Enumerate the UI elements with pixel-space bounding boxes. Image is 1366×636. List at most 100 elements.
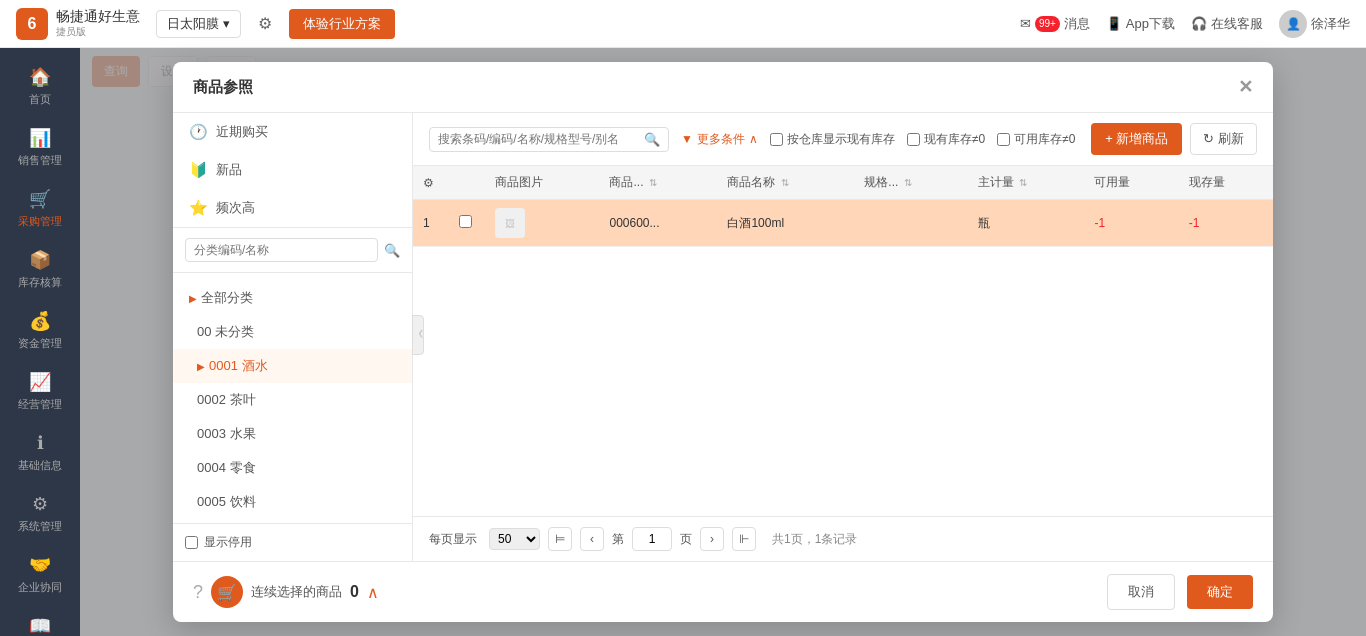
row-no: 1 [413, 200, 449, 247]
row-stock: -1 [1179, 200, 1273, 247]
next-page-btn[interactable]: › [700, 527, 724, 551]
product-search-icon[interactable]: 🔍 [644, 132, 660, 147]
modal-body: 🕐 近期购买 🔰 新品 ⭐ 频次高 [173, 113, 1273, 561]
category-search-icon[interactable]: 🔍 [384, 243, 400, 258]
unit-col-header[interactable]: 主计量 ⇅ [968, 166, 1085, 200]
sidebar-item-basic[interactable]: ℹ 基础信息 [0, 422, 80, 483]
sidebar-label-finance: 资金管理 [18, 336, 62, 351]
more-filter-btn[interactable]: ▼ 更多条件 ∧ [681, 131, 758, 148]
user-menu[interactable]: 👤 徐泽华 [1279, 10, 1350, 38]
cancel-button[interactable]: 取消 [1107, 574, 1175, 610]
sidebar-item-operation[interactable]: 📈 经营管理 [0, 361, 80, 422]
tab-frequent[interactable]: ⭐ 频次高 [173, 189, 412, 227]
sidebar: 🏠 首页 📊 销售管理 🛒 采购管理 📦 库存核算 💰 资金管理 📈 经营管理 … [0, 48, 80, 636]
gear-button[interactable]: ⚙ [249, 8, 281, 40]
prev-page-btn[interactable]: ‹ [580, 527, 604, 551]
add-product-button[interactable]: + 新增商品 [1091, 123, 1182, 155]
footer-collapse-btn[interactable]: ∧ [367, 583, 379, 602]
stock-nonzero-checkbox[interactable] [907, 133, 920, 146]
spec-sort-icon: ⇅ [904, 177, 912, 188]
category-0001[interactable]: ▶ 0001 酒水 [173, 349, 412, 383]
operation-icon: 📈 [29, 371, 51, 393]
sidebar-label-system: 系统管理 [18, 519, 62, 534]
trial-button[interactable]: 体验行业方案 [289, 9, 395, 39]
content-area: 查询 设置 刷新 商品参照 ✕ 🕐 [80, 48, 1366, 636]
warehouse-display-checkbox[interactable] [770, 133, 783, 146]
finance-icon: 💰 [29, 310, 51, 332]
category-0003[interactable]: 0003 水果 [173, 417, 412, 451]
product-table: ⚙ 商品图片 商品... ⇅ 商品名称 [413, 166, 1273, 247]
sales-icon: 📊 [29, 127, 51, 149]
filter-collapse-icon: ∧ [749, 132, 758, 146]
category-all[interactable]: ▶ 全部分类 [173, 281, 412, 315]
category-0004[interactable]: 0004 零食 [173, 451, 412, 485]
sidebar-item-guide[interactable]: 📖 新手引导 [0, 605, 80, 636]
modal-left-panel: 🕐 近期购买 🔰 新品 ⭐ 频次高 [173, 113, 413, 561]
unit-sort-icon: ⇅ [1019, 177, 1027, 188]
sidebar-label-basic: 基础信息 [18, 458, 62, 473]
online-service-btn[interactable]: 🎧 在线客服 [1191, 15, 1263, 33]
filter-label: 更多条件 [697, 131, 745, 148]
tab-recent-purchase[interactable]: 🕐 近期购买 [173, 113, 412, 151]
basic-icon: ℹ [37, 432, 44, 454]
category-0005[interactable]: 0005 饮料 [173, 485, 412, 519]
page-number-input[interactable] [632, 527, 672, 551]
show-disabled-label: 显示停用 [204, 534, 252, 551]
code-col-header[interactable]: 商品... ⇅ [599, 166, 717, 200]
spec-col-header[interactable]: 规格... ⇅ [854, 166, 967, 200]
available-nonzero-filter[interactable]: 可用库存≠0 [997, 131, 1075, 148]
confirm-button[interactable]: 确定 [1187, 575, 1253, 609]
stock-col-header: 现存量 [1179, 166, 1273, 200]
checkbox-col-header [449, 166, 485, 200]
sidebar-item-finance[interactable]: 💰 资金管理 [0, 300, 80, 361]
sidebar-item-home[interactable]: 🏠 首页 [0, 56, 80, 117]
category-list: ▶ 全部分类 00 未分类 ▶ 0001 酒水 0002 茶 [173, 273, 412, 523]
table-row[interactable]: 1 🖼 000600... 白酒100ml 瓶 [413, 200, 1273, 247]
store-selector[interactable]: 日太阳膜 ▾ [156, 10, 241, 38]
row-checkbox[interactable] [449, 200, 485, 247]
guide-icon: 📖 [29, 615, 51, 636]
tab-new-product[interactable]: 🔰 新品 [173, 151, 412, 189]
modal-close-button[interactable]: ✕ [1238, 76, 1253, 98]
left-panel-collapse-btn[interactable]: 《 [412, 315, 424, 355]
messages-btn[interactable]: ✉ 99+ 消息 [1020, 15, 1090, 33]
filter-icon: ▼ [681, 132, 693, 146]
cat-label-0001: 0001 酒水 [209, 357, 268, 375]
warehouse-display-filter[interactable]: 按仓库显示现有库存 [770, 131, 895, 148]
sidebar-item-collab[interactable]: 🤝 企业协同 [0, 544, 80, 605]
refresh-button[interactable]: ↻ 刷新 [1190, 123, 1257, 155]
last-page-btn[interactable]: ⊩ [732, 527, 756, 551]
row-spec [854, 200, 967, 247]
first-page-btn[interactable]: ⊨ [548, 527, 572, 551]
row-available: -1 [1084, 200, 1178, 247]
product-thumbnail: 🖼 [495, 208, 525, 238]
star-icon: ⭐ [189, 199, 208, 217]
sidebar-item-purchase[interactable]: 🛒 采购管理 [0, 178, 80, 239]
name-col-header[interactable]: 商品名称 ⇅ [717, 166, 854, 200]
available-nonzero-checkbox[interactable] [997, 133, 1010, 146]
sidebar-item-inventory[interactable]: 📦 库存核算 [0, 239, 80, 300]
category-0002[interactable]: 0002 茶叶 [173, 383, 412, 417]
cat-label-all: 全部分类 [201, 289, 253, 307]
clock-icon: 🕐 [189, 123, 208, 141]
tab-new-label: 新品 [216, 161, 242, 179]
cat-label-0002: 0002 茶叶 [197, 391, 256, 409]
sidebar-item-system[interactable]: ⚙ 系统管理 [0, 483, 80, 544]
show-disabled-checkbox[interactable] [185, 536, 198, 549]
category-search-input[interactable] [185, 238, 378, 262]
app-download-btn[interactable]: 📱 App下载 [1106, 15, 1175, 33]
product-search-bar: 🔍 [429, 127, 669, 152]
cat-label-0005: 0005 饮料 [197, 493, 256, 511]
help-icon[interactable]: ? [193, 582, 203, 603]
cat-label-00: 00 未分类 [197, 323, 254, 341]
per-page-select[interactable]: 10 20 50 100 [489, 528, 540, 550]
inventory-icon: 📦 [29, 249, 51, 271]
sidebar-label-collab: 企业协同 [18, 580, 62, 595]
logo-icon: 6 [16, 8, 48, 40]
settings-col-header[interactable]: ⚙ [413, 166, 449, 200]
product-search-input[interactable] [438, 132, 638, 146]
app-name: 畅捷通好生意 [56, 8, 140, 25]
sidebar-item-sales[interactable]: 📊 销售管理 [0, 117, 80, 178]
category-00[interactable]: 00 未分类 [173, 315, 412, 349]
stock-nonzero-filter[interactable]: 现有库存≠0 [907, 131, 985, 148]
